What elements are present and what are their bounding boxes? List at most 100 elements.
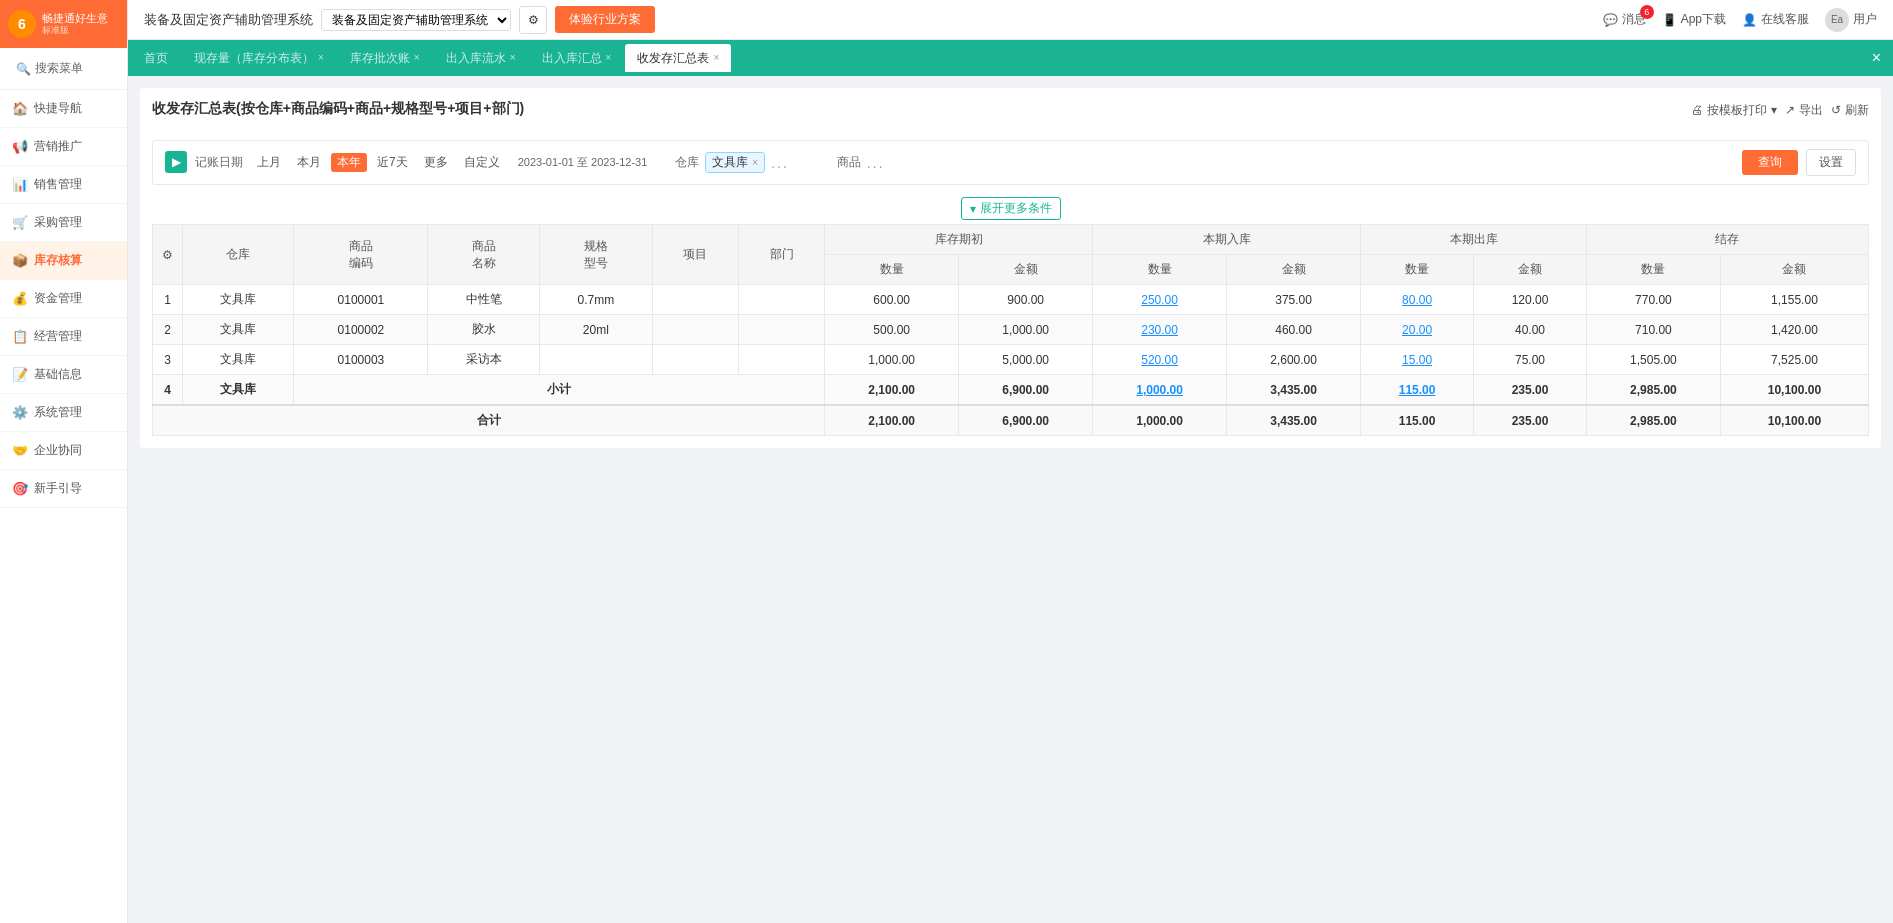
sidebar-item-marketing[interactable]: 📢 营销推广: [0, 128, 127, 166]
sidebar-item-system[interactable]: ⚙️ 系统管理: [0, 394, 127, 432]
date-option-7days[interactable]: 近7天: [371, 153, 414, 172]
cell-name: 胶水: [428, 315, 539, 345]
export-button[interactable]: ↗ 导出: [1785, 102, 1823, 119]
date-option-more[interactable]: 更多: [418, 153, 454, 172]
cell-in-qty[interactable]: 520.00: [1093, 345, 1227, 375]
trial-button[interactable]: 体验行业方案: [555, 6, 655, 33]
purchase-icon: 🛒: [12, 215, 28, 231]
enterprise-icon: 🤝: [12, 443, 28, 459]
date-option-last-month[interactable]: 上月: [251, 153, 287, 172]
query-button[interactable]: 查询: [1742, 150, 1798, 175]
cell-dept: [738, 345, 824, 375]
tab-summary[interactable]: 出入库汇总 ×: [530, 44, 624, 72]
cell-balance-amt: 1,420.00: [1720, 315, 1868, 345]
settings-filter-button[interactable]: 设置: [1806, 149, 1856, 176]
sidebar-item-guide[interactable]: 🎯 新手引导: [0, 470, 127, 508]
cell-opening-amt: 900.00: [959, 285, 1093, 315]
cell-in-qty[interactable]: 250.00: [1093, 285, 1227, 315]
print-template-button[interactable]: 🖨 按模板打印 ▾: [1691, 102, 1777, 119]
settings-button[interactable]: ⚙: [519, 6, 547, 34]
refresh-button[interactable]: ↺ 刷新: [1831, 102, 1869, 119]
date-range-display: 2023-01-01 至 2023-12-31: [518, 155, 648, 170]
app-title: 畅捷通好生意 标准版: [42, 11, 108, 37]
online-service-button[interactable]: 👤 在线客服: [1742, 11, 1809, 28]
cell-code: 0100001: [294, 285, 428, 315]
tabbar: 首页 现存量（库存分布表） × 库存批次账 × 出入库流水 × 出入库汇总 × …: [128, 40, 1893, 76]
tab-stock-dist[interactable]: 现存量（库存分布表） ×: [182, 44, 336, 72]
tab-close-stock-dist[interactable]: ×: [318, 53, 324, 63]
th-opening-qty: 数量: [825, 255, 959, 285]
tab-close-summary[interactable]: ×: [606, 53, 612, 63]
th-balance-group: 结存: [1586, 225, 1868, 255]
tab-close-recv-send[interactable]: ×: [713, 53, 719, 63]
cell-no: 1: [153, 285, 183, 315]
filter-toggle-button[interactable]: ▶: [165, 151, 187, 173]
sidebar-item-basic[interactable]: 📝 基础信息: [0, 356, 127, 394]
cell-out-qty[interactable]: 20.00: [1361, 315, 1474, 345]
search-menu-button[interactable]: 🔍 搜索菜单: [8, 56, 119, 81]
subtotal-label: 小计: [294, 375, 825, 406]
panel-actions: 🖨 按模板打印 ▾ ↗ 导出 ↺ 刷新: [1691, 102, 1869, 119]
cell-opening-qty: 600.00: [825, 285, 959, 315]
tab-batch[interactable]: 库存批次账 ×: [338, 44, 432, 72]
sidebar-item-finance[interactable]: 💰 资金管理: [0, 280, 127, 318]
tab-close-flow[interactable]: ×: [510, 53, 516, 63]
sidebar-item-sales[interactable]: 📊 销售管理: [0, 166, 127, 204]
refresh-icon: ↺: [1831, 103, 1841, 117]
cell-warehouse: 文具库: [183, 315, 294, 345]
date-option-this-month[interactable]: 本月: [291, 153, 327, 172]
tabbar-close-button[interactable]: ×: [1864, 49, 1889, 67]
warehouse-tag-close-button[interactable]: ×: [752, 157, 758, 168]
sidebar-item-operations[interactable]: 📋 经营管理: [0, 318, 127, 356]
cell-spec: 0.7mm: [539, 285, 652, 315]
cell-in-qty[interactable]: 230.00: [1093, 315, 1227, 345]
tab-flow[interactable]: 出入库流水 ×: [434, 44, 528, 72]
cell-spec: 20ml: [539, 315, 652, 345]
user-menu[interactable]: Ea 用户: [1825, 8, 1877, 32]
subtotal-in-amt: 3,435.00: [1227, 375, 1361, 406]
messages-button[interactable]: 💬 消息 6: [1603, 11, 1646, 28]
tab-home[interactable]: 首页: [132, 44, 180, 72]
filter-bar: ▶ 记账日期 上月 本月 本年 近7天 更多 自定义 2023-01-01 至 …: [152, 140, 1869, 185]
total-in-amt: 3,435.00: [1227, 405, 1361, 436]
th-warehouse: 仓库: [183, 225, 294, 285]
guide-icon: 🎯: [12, 481, 28, 497]
app-download-button[interactable]: 📱 App下载: [1662, 11, 1726, 28]
marketing-icon: 📢: [12, 139, 28, 155]
subtotal-in-qty: 1,000.00: [1093, 375, 1227, 406]
th-name: 商品名称: [428, 225, 539, 285]
basic-icon: 📝: [12, 367, 28, 383]
cell-out-qty[interactable]: 15.00: [1361, 345, 1474, 375]
total-opening-amt: 6,900.00: [959, 405, 1093, 436]
system-selector[interactable]: 装备及固定资产辅助管理系统: [321, 9, 511, 31]
sidebar-item-purchase[interactable]: 🛒 采购管理: [0, 204, 127, 242]
total-balance-qty: 2,985.00: [1586, 405, 1720, 436]
date-option-this-year[interactable]: 本年: [331, 153, 367, 172]
warehouse-filter-dots[interactable]: ...: [771, 155, 789, 171]
cell-out-qty[interactable]: 80.00: [1361, 285, 1474, 315]
cell-out-amt: 75.00: [1474, 345, 1587, 375]
th-out-group: 本期出库: [1361, 225, 1587, 255]
th-in-group: 本期入库: [1093, 225, 1361, 255]
cell-name: 中性笔: [428, 285, 539, 315]
sidebar-item-quick-nav[interactable]: 🏠 快捷导航: [0, 90, 127, 128]
goods-filter-label: 商品: [837, 154, 861, 171]
cell-balance-amt: 1,155.00: [1720, 285, 1868, 315]
topbar: 装备及固定资产辅助管理系统 装备及固定资产辅助管理系统 ⚙ 体验行业方案 💬 消…: [128, 0, 1893, 40]
sidebar-item-enterprise[interactable]: 🤝 企业协同: [0, 432, 127, 470]
cell-dept: [738, 315, 824, 345]
sidebar-item-inventory[interactable]: 📦 库存核算: [0, 242, 127, 280]
total-row: 合计 2,100.00 6,900.00 1,000.00 3,435.00 1…: [153, 405, 1869, 436]
goods-filter-dots[interactable]: ...: [867, 155, 885, 171]
date-option-custom[interactable]: 自定义: [458, 153, 506, 172]
system-title: 装备及固定资产辅助管理系统: [144, 11, 313, 29]
expand-icon: ▾: [970, 202, 976, 216]
th-in-qty: 数量: [1093, 255, 1227, 285]
tab-recv-send[interactable]: 收发存汇总表 ×: [625, 44, 731, 72]
tab-close-batch[interactable]: ×: [414, 53, 420, 63]
gear-icon: ⚙: [528, 13, 539, 27]
expand-row: ▾ 展开更多条件: [152, 193, 1869, 224]
sidebar: 6 畅捷通好生意 标准版 🔍 搜索菜单 🏠 快捷导航 📢 营销推广 📊 销售管理…: [0, 0, 128, 923]
expand-conditions-button[interactable]: ▾ 展开更多条件: [961, 197, 1061, 220]
user-avatar: Ea: [1825, 8, 1849, 32]
